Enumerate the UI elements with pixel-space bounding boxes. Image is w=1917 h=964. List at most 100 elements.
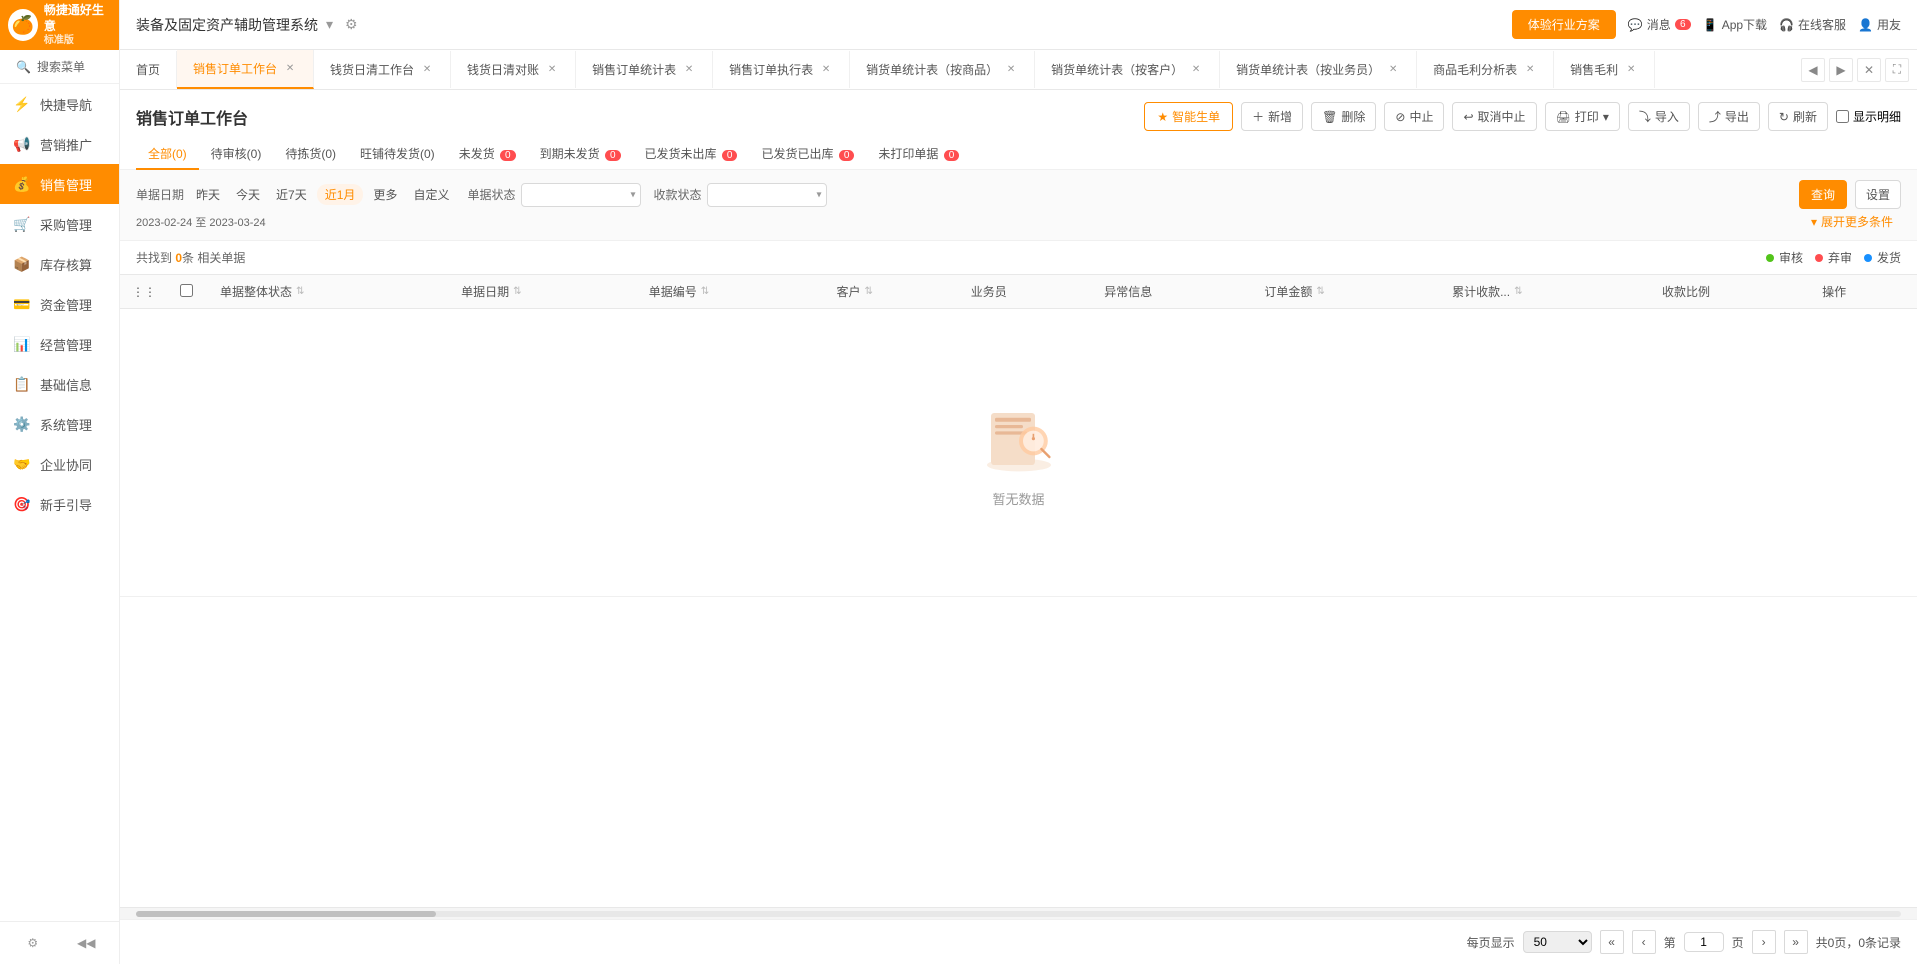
tab-next-btn[interactable]: ▶ [1829,58,1853,82]
cancel-stop-btn[interactable]: ↩ 取消中止 [1452,102,1536,131]
import-btn[interactable]: ⤵ 导入 [1628,102,1690,131]
th-amount[interactable]: 订单金额 ⇅ [1252,275,1440,309]
collapse-btn[interactable]: ◀◀ [64,932,110,954]
user-btn[interactable]: 👤 用友 [1858,16,1901,33]
tab-cash-reconcile[interactable]: 钱货日清对账 ✕ [451,51,576,88]
tab-close-reconcile[interactable]: ✕ [545,63,559,77]
prev-page-btn[interactable]: ‹ [1632,930,1656,954]
first-page-btn[interactable]: « [1600,930,1624,954]
date-7days[interactable]: 近7天 [270,184,313,205]
tab-fullscreen-btn[interactable]: ⛶ [1885,58,1909,82]
filter-tab-unprinted[interactable]: 未打印单据 0 [866,139,971,170]
tab-sales-gross[interactable]: 销售毛利 ✕ [1554,51,1655,88]
sidebar-item-basic[interactable]: 📋 基础信息 [0,364,119,404]
tab-close-cash[interactable]: ✕ [420,63,434,77]
stop-btn[interactable]: ⊘ 中止 [1384,102,1444,131]
th-customer[interactable]: 客户 ⇅ [824,275,958,309]
tab-close-exec[interactable]: ✕ [819,63,833,77]
export-icon: ⤴ [1709,108,1721,125]
tab-cash-daily[interactable]: 钱货日清工作台 ✕ [314,51,451,88]
next-page-btn[interactable]: › [1752,930,1776,954]
show-detail-checkbox[interactable] [1836,110,1849,123]
filter-tab-unshipped[interactable]: 未发货 0 [447,139,528,170]
tab-sales-staff[interactable]: 销货单统计表（按业务员） ✕ [1220,51,1417,88]
sidebar-item-collab[interactable]: 🤝 企业协同 [0,444,119,484]
tab-prev-btn[interactable]: ◀ [1801,58,1825,82]
show-detail-label[interactable]: 显示明细 [1836,108,1901,125]
tab-sales-workbench[interactable]: 销售订单工作台 ✕ [177,50,314,89]
cancel-review-btn[interactable]: 弃审 [1815,249,1852,266]
select-all-checkbox[interactable] [180,284,193,297]
settings-btn[interactable]: ⚙ [10,932,56,954]
date-yesterday[interactable]: 昨天 [190,184,226,205]
table-toolbar: 共找到 0条 相关单据 审核 弃审 发货 [120,241,1917,274]
sidebar-item-sales[interactable]: 💰 销售管理 [0,164,119,204]
filter-tab-picking[interactable]: 待拣货(0) [273,139,348,170]
review-btn[interactable]: 审核 [1766,249,1803,266]
trial-btn[interactable]: 体验行业方案 [1512,10,1616,39]
date-1month[interactable]: 近1月 [317,184,364,205]
sidebar: 🍊 畅捷通好生意 标准版 🔍 搜索菜单 ⚡ 快捷导航 📢 营销推广 💰 销售管理… [0,0,120,964]
sidebar-search[interactable]: 🔍 搜索菜单 [0,50,119,84]
online-service-btn[interactable]: 🎧 在线客服 [1779,16,1846,33]
filter-tab-overdue[interactable]: 到期未发货 0 [528,139,633,170]
th-number[interactable]: 单据编号 ⇅ [637,275,825,309]
filter-tab-pending[interactable]: 待审核(0) [199,139,274,170]
tab-gross-analysis[interactable]: 商品毛利分析表 ✕ [1417,51,1554,88]
date-more[interactable]: 更多 [367,184,403,205]
sidebar-item-inventory[interactable]: 📦 库存核算 [0,244,119,284]
filter-tab-shipped-noout[interactable]: 已发货未出库 0 [633,139,750,170]
scrollbar-thumb[interactable] [136,911,436,917]
add-btn[interactable]: ＋ 新增 [1241,102,1303,131]
sidebar-item-marketing[interactable]: 📢 营销推广 [0,124,119,164]
date-custom[interactable]: 自定义 [407,184,455,205]
tab-close-goods[interactable]: ✕ [1004,63,1018,77]
expand-conditions-btn[interactable]: ▾ 展开更多条件 [1803,213,1901,230]
tab-sales-stats[interactable]: 销售订单统计表 ✕ [576,51,713,88]
sidebar-item-management[interactable]: 📊 经营管理 [0,324,119,364]
th-date[interactable]: 单据日期 ⇅ [449,275,637,309]
date-today[interactable]: 今天 [230,184,266,205]
sidebar-item-system[interactable]: ⚙️ 系统管理 [0,404,119,444]
tab-sales-goods[interactable]: 销货单统计表（按商品） ✕ [850,51,1035,88]
tabbar: 首页 销售订单工作台 ✕ 钱货日清工作台 ✕ 钱货日清对账 ✕ 销售订单统计表 … [120,50,1917,90]
query-btn[interactable]: 查询 [1799,180,1847,209]
page-input[interactable] [1684,932,1724,952]
tab-close-stats[interactable]: ✕ [682,63,696,77]
tab-home[interactable]: 首页 [120,51,177,88]
filter-tab-shipped-out[interactable]: 已发货已出库 0 [749,139,866,170]
scrollbar-track[interactable] [136,911,1901,917]
dropdown-icon[interactable]: ▾ [326,16,333,33]
status-select[interactable] [521,183,641,207]
tab-close-analysis[interactable]: ✕ [1523,63,1537,77]
app-logo: 🍊 畅捷通好生意 标准版 [0,0,119,50]
tab-sales-exec[interactable]: 销售订单执行表 ✕ [713,51,850,88]
filter-tab-wangpu[interactable]: 旺铺待发货(0) [348,139,447,170]
th-accumulated[interactable]: 累计收款... ⇅ [1440,275,1650,309]
th-status[interactable]: 单据整体状态 ⇅ [208,275,449,309]
tab-close-customer[interactable]: ✕ [1189,63,1203,77]
tab-close-all-btn[interactable]: ✕ [1857,58,1881,82]
search-settings-btn[interactable]: 设置 [1855,180,1901,209]
tab-close-gross[interactable]: ✕ [1624,63,1638,77]
smart-create-btn[interactable]: ★ 智能生单 [1144,102,1233,131]
sidebar-item-nav[interactable]: ⚡ 快捷导航 [0,84,119,124]
sidebar-item-finance[interactable]: 💳 资金管理 [0,284,119,324]
print-btn[interactable]: 🖨 打印 ▾ [1545,102,1620,131]
filter-tab-all[interactable]: 全部(0) [136,139,199,170]
settings-icon[interactable]: ⚙ [345,16,358,33]
sidebar-item-purchase[interactable]: 🛒 采购管理 [0,204,119,244]
tab-sales-customer[interactable]: 销货单统计表（按客户） ✕ [1035,51,1220,88]
delete-btn[interactable]: 🗑 删除 [1311,102,1376,131]
payment-select[interactable] [707,183,827,207]
page-size-select[interactable]: 50 10 20 100 [1523,931,1592,953]
export-btn[interactable]: ⤴ 导出 [1698,102,1760,131]
message-btn[interactable]: 💬 消息 6 [1628,16,1691,33]
tab-close-sales[interactable]: ✕ [283,62,297,76]
sidebar-item-guide[interactable]: 🎯 新手引导 [0,484,119,524]
last-page-btn[interactable]: » [1784,930,1808,954]
app-download-btn[interactable]: 📱 App下载 [1703,16,1767,33]
ship-btn[interactable]: 发货 [1864,249,1901,266]
refresh-btn[interactable]: ↻ 刷新 [1768,102,1828,131]
tab-close-staff[interactable]: ✕ [1386,63,1400,77]
